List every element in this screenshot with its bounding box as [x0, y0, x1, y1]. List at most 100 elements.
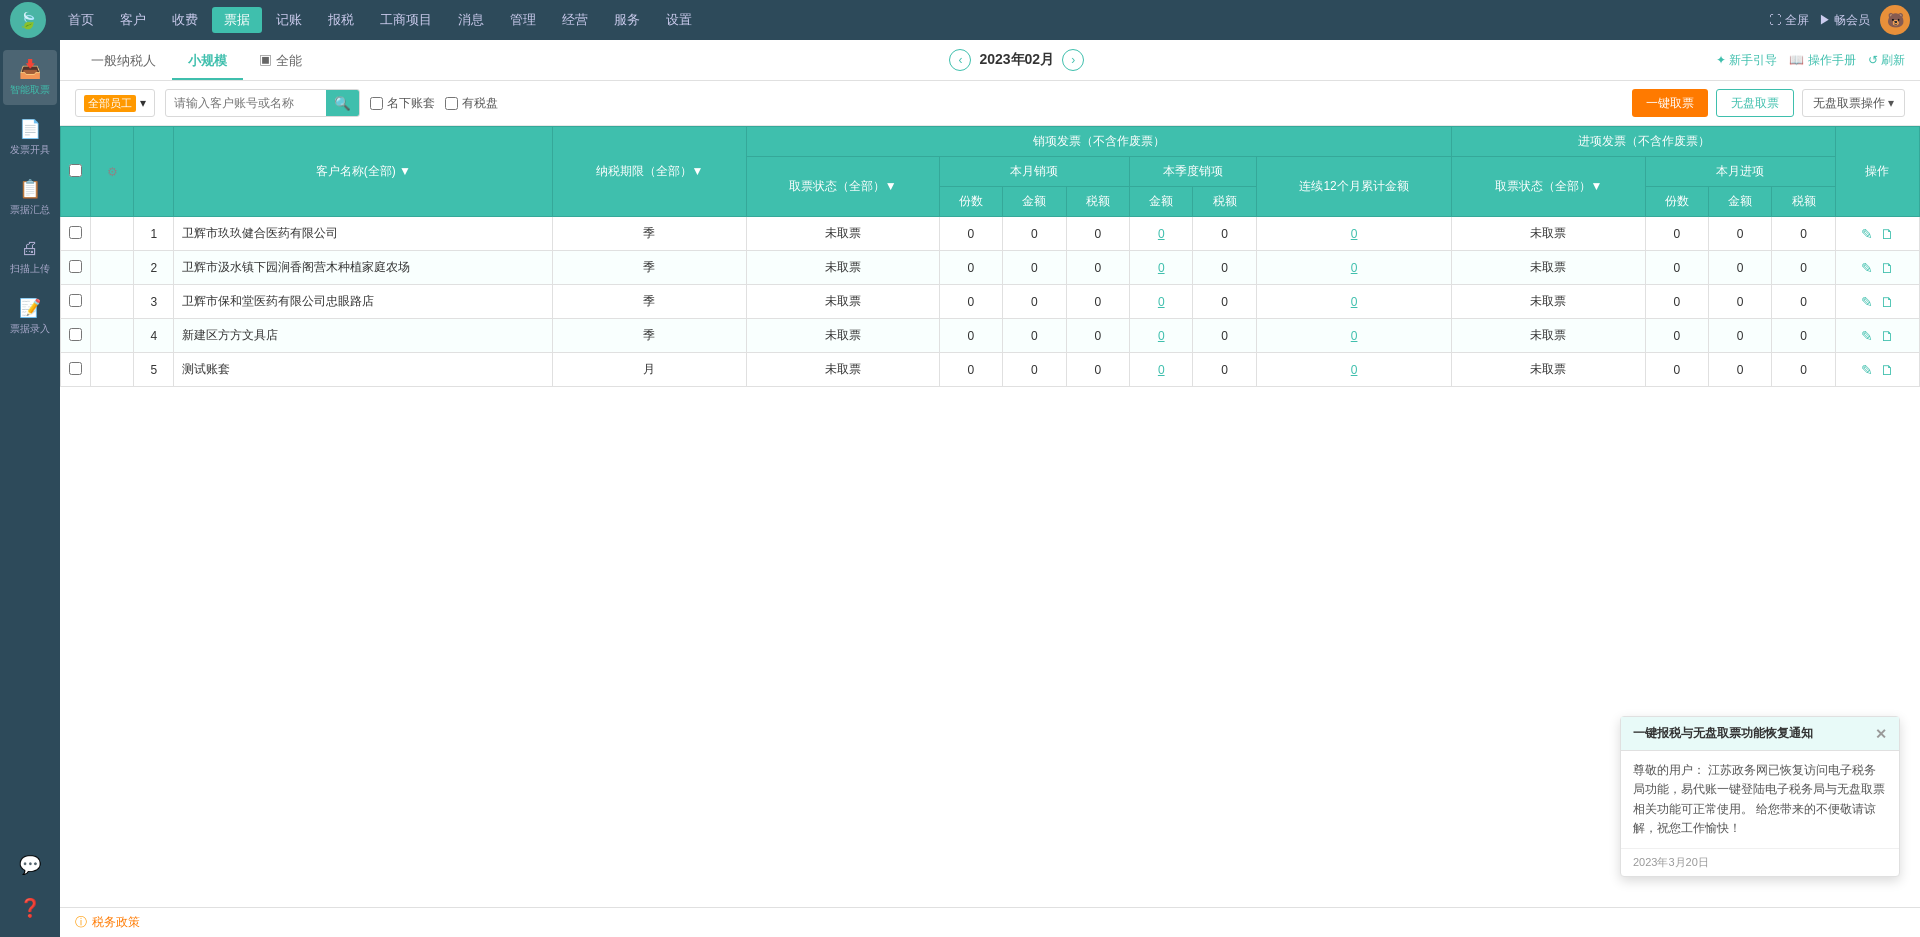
row-actions: ✎ 🗋 — [1835, 217, 1919, 251]
new-guide-btn[interactable]: ✦ 新手引导 — [1716, 52, 1777, 69]
sidebar-item-票据录入[interactable]: 📝票据录入 — [3, 289, 57, 344]
tax-policy-link[interactable]: 税务政策 — [92, 914, 140, 931]
sidebar-item-扫描上传[interactable]: 🖨扫描上传 — [3, 230, 57, 284]
row-sales-month-tax: 0 — [1066, 353, 1129, 387]
row-sales-month-amount: 0 — [1003, 353, 1066, 387]
row-sales-month-amount: 0 — [1003, 251, 1066, 285]
row-sales-month-amount: 0 — [1003, 217, 1066, 251]
user-avatar[interactable]: 🐻 — [1880, 5, 1910, 35]
employee-select[interactable]: 全部员工 ▾ — [75, 89, 155, 117]
row-customer: 卫辉市汲水镇下园涧香阁营木种植家庭农场 — [174, 251, 553, 285]
view-icon[interactable]: 🗋 — [1880, 226, 1894, 242]
nav-item-管理[interactable]: 管理 — [498, 7, 548, 33]
nav-item-设置[interactable]: 设置 — [654, 7, 704, 33]
edit-icon[interactable]: ✎ — [1861, 226, 1873, 242]
nav-item-首页[interactable]: 首页 — [56, 7, 106, 33]
sidebar: 📥智能取票📄发票开具📋票据汇总🖨扫描上传📝票据录入 💬 ❓ — [0, 40, 60, 937]
row-num: 4 — [134, 319, 174, 353]
row-sales-month-amount: 0 — [1003, 285, 1066, 319]
search-input[interactable] — [166, 92, 326, 114]
nav-item-消息[interactable]: 消息 — [446, 7, 496, 33]
row-sales-quarter-amount: 0 — [1130, 251, 1193, 285]
th-sm-tax: 税额 — [1066, 187, 1129, 217]
edit-icon[interactable]: ✎ — [1861, 328, 1873, 344]
account-checkbox-label: 名下账套 — [387, 95, 435, 112]
row-checkbox[interactable] — [69, 294, 82, 307]
th-customer: 客户名称(全部) ▼ — [174, 127, 553, 217]
th-purchase-month-group: 本月进项 — [1645, 157, 1835, 187]
nav-item-服务[interactable]: 服务 — [602, 7, 652, 33]
row-checkbox[interactable] — [69, 328, 82, 341]
row-purchase-month-tax: 0 — [1772, 251, 1835, 285]
row-checkbox[interactable] — [69, 362, 82, 375]
sidebar-bottom-item[interactable]: 💬 — [3, 846, 57, 884]
status-bar: ⓘ 税务政策 — [60, 907, 1920, 937]
one-key-btn[interactable]: 一键取票 — [1632, 89, 1708, 117]
employee-select-badge: 全部员工 — [84, 95, 136, 112]
no-disk-btn[interactable]: 无盘取票 — [1716, 89, 1794, 117]
app-logo[interactable]: 🍃 — [10, 2, 46, 38]
view-icon[interactable]: 🗋 — [1880, 260, 1894, 276]
nav-item-记账[interactable]: 记账 — [264, 7, 314, 33]
view-icon[interactable]: 🗋 — [1880, 294, 1894, 310]
th-tax-period: 纳税期限（全部）▼ — [553, 127, 746, 217]
view-icon[interactable]: 🗋 — [1880, 328, 1894, 344]
month-nav-container: ‹ 2023年02月 › — [949, 40, 1084, 80]
notification-popup: 一键报税与无盘取票功能恢复通知 ✕ 尊敬的用户： 江苏政务网已恢复访问电子税务局… — [1620, 716, 1900, 877]
search-button[interactable]: 🔍 — [326, 89, 359, 117]
fullscreen-btn[interactable]: ⛶ 全屏 — [1769, 12, 1808, 29]
sidebar-item-智能取票[interactable]: 📥智能取票 — [3, 50, 57, 105]
nav-item-报税[interactable]: 报税 — [316, 7, 366, 33]
row-checkbox[interactable] — [69, 260, 82, 273]
select-all-checkbox[interactable] — [69, 164, 82, 177]
tax-checkbox[interactable] — [445, 97, 458, 110]
row-sales-quarter-tax: 0 — [1193, 353, 1256, 387]
row-purchase-month-count: 0 — [1645, 251, 1708, 285]
member-btn[interactable]: ▶ 畅会员 — [1819, 12, 1870, 29]
row-settings-cell — [91, 319, 134, 353]
tab-小规模[interactable]: 小规模 — [172, 44, 243, 80]
next-month-btn[interactable]: › — [1062, 49, 1084, 71]
edit-icon[interactable]: ✎ — [1861, 362, 1873, 378]
nav-item-客户[interactable]: 客户 — [108, 7, 158, 33]
refresh-btn[interactable]: ↺ 刷新 — [1868, 52, 1905, 69]
row-tax-period: 季 — [553, 251, 746, 285]
row-sales-12months: 0 — [1256, 285, 1451, 319]
nav-item-收费[interactable]: 收费 — [160, 7, 210, 33]
edit-icon[interactable]: ✎ — [1861, 294, 1873, 310]
row-purchase-status: 未取票 — [1452, 251, 1645, 285]
sidebar-icon: 🖨 — [21, 238, 39, 259]
th-settings: ⚙ — [91, 127, 134, 217]
nav-item-票据[interactable]: 票据 — [212, 7, 262, 33]
th-select — [61, 127, 91, 217]
table-row: 5 测试账套 月 未取票 0 0 0 0 0 0 未取票 0 0 0 ✎ 🗋 — [61, 353, 1920, 387]
nav-item-经营[interactable]: 经营 — [550, 7, 600, 33]
tab-一般纳税人[interactable]: 一般纳税人 — [75, 44, 172, 80]
sidebar-item-票据汇总[interactable]: 📋票据汇总 — [3, 170, 57, 225]
sidebar-bottom-item[interactable]: ❓ — [3, 889, 57, 927]
th-purchase-status: 取票状态（全部）▼ — [1452, 157, 1645, 217]
tab-nav-right: ✦ 新手引导 📖 操作手册 ↺ 刷新 — [1716, 40, 1905, 80]
sidebar-icon: 📥 — [19, 58, 41, 80]
row-checkbox[interactable] — [69, 226, 82, 239]
sidebar-icon: 📋 — [19, 178, 41, 200]
sidebar-item-发票开具[interactable]: 📄发票开具 — [3, 110, 57, 165]
row-customer: 新建区方方文具店 — [174, 319, 553, 353]
row-actions: ✎ 🗋 — [1835, 353, 1919, 387]
prev-month-btn[interactable]: ‹ — [949, 49, 971, 71]
edit-icon[interactable]: ✎ — [1861, 260, 1873, 276]
th-sales-month-group: 本月销项 — [939, 157, 1129, 187]
row-sales-quarter-amount: 0 — [1130, 217, 1193, 251]
no-disk-op-btn[interactable]: 无盘取票操作 ▾ — [1802, 89, 1905, 117]
account-checkbox[interactable] — [370, 97, 383, 110]
row-num: 2 — [134, 251, 174, 285]
info-icon: ⓘ — [75, 914, 87, 931]
table-row: 1 卫辉市玖玖健合医药有限公司 季 未取票 0 0 0 0 0 0 未取票 0 … — [61, 217, 1920, 251]
notification-close-btn[interactable]: ✕ — [1875, 726, 1887, 742]
tab-▣ 全能[interactable]: ▣ 全能 — [243, 44, 318, 80]
manual-btn[interactable]: 📖 操作手册 — [1789, 52, 1855, 69]
nav-item-工商项目[interactable]: 工商项目 — [368, 7, 444, 33]
row-sales-quarter-tax: 0 — [1193, 217, 1256, 251]
view-icon[interactable]: 🗋 — [1880, 362, 1894, 378]
row-sales-status: 未取票 — [746, 251, 939, 285]
